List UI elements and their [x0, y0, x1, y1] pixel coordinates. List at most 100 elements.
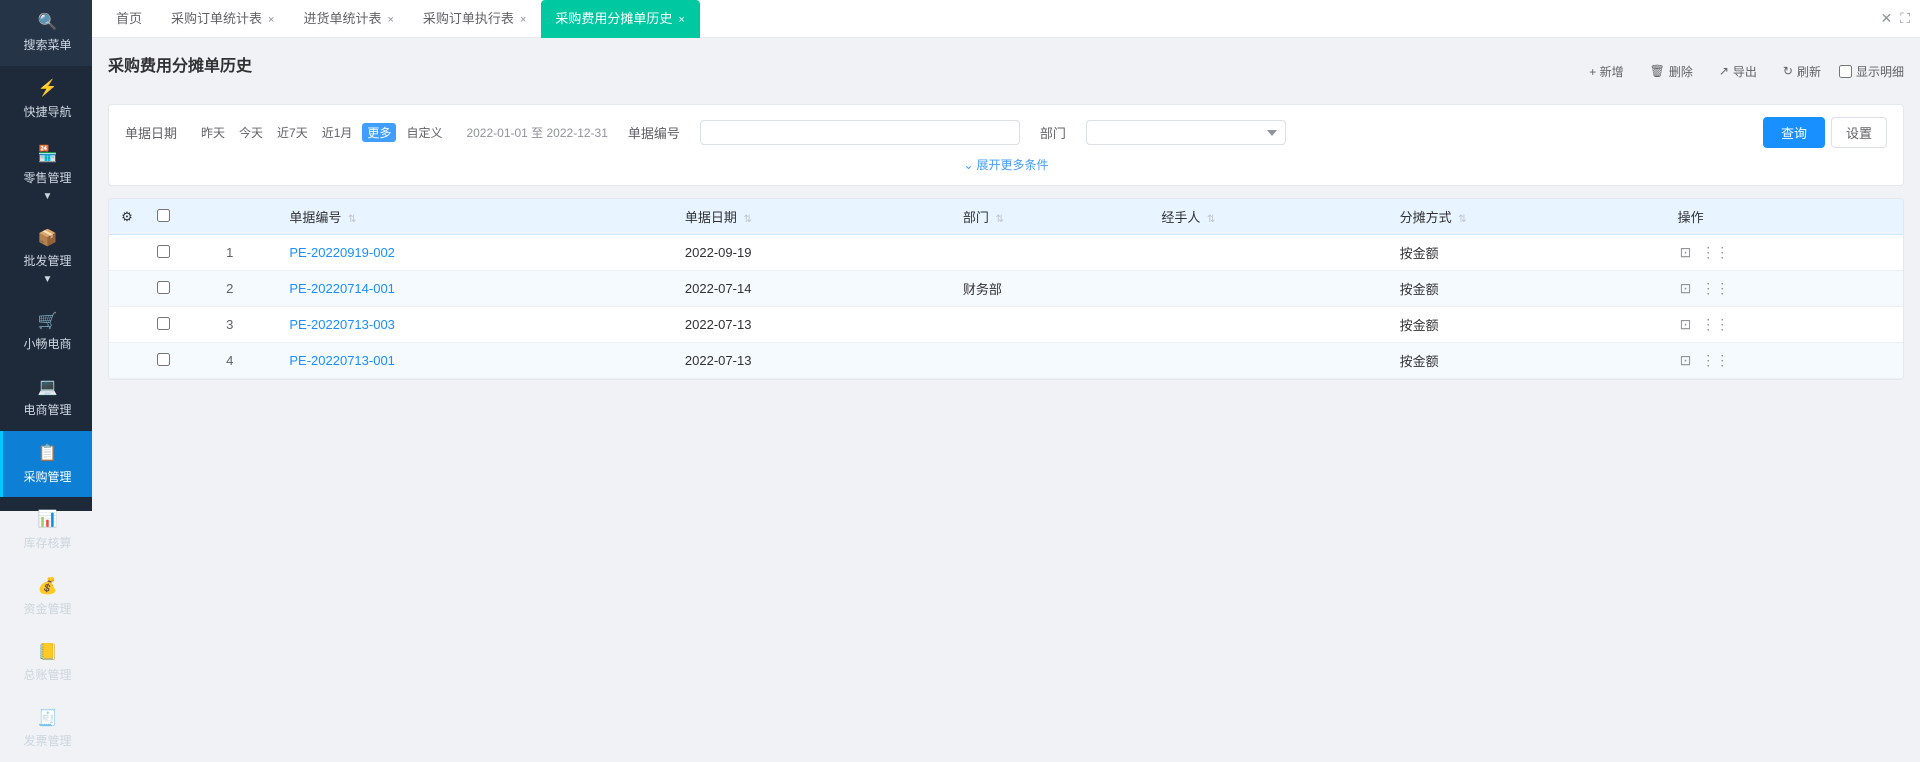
row-seq: 1: [182, 235, 277, 271]
tab-window-actions: ✕⛶: [1880, 10, 1910, 27]
tab-purchase-order-stats[interactable]: 采购订单统计表 ×: [157, 0, 289, 38]
dept-select[interactable]: 财务部: [1086, 120, 1286, 145]
delete-icon: 🗑: [1650, 64, 1665, 78]
view-action-icon[interactable]: ⊡: [1678, 350, 1694, 371]
sidebar-item-ecommerce[interactable]: 💻 电商管理: [0, 365, 92, 431]
more-action-icon[interactable]: ⋮⋮: [1699, 350, 1731, 371]
view-action-icon[interactable]: ⊡: [1678, 314, 1694, 335]
col-date[interactable]: 单据日期 ⇅: [673, 199, 951, 235]
tab-close-purchase-order-stats[interactable]: ×: [268, 14, 274, 26]
table-row: 4 PE-20220713-001 2022-07-13 按金额 ⊡ ⋮⋮: [109, 343, 1903, 379]
col-split-method[interactable]: 分摊方式 ⇅: [1388, 199, 1666, 235]
row-action-group: ⊡ ⋮⋮: [1678, 242, 1891, 263]
shortcut-more[interactable]: 更多: [362, 123, 396, 142]
sidebar-label-finance: 资金管理: [9, 601, 86, 618]
more-action-icon[interactable]: ⋮⋮: [1699, 242, 1731, 263]
sidebar-item-wholesale[interactable]: 📦 批发管理 ▼: [0, 216, 92, 299]
close-window-icon[interactable]: ✕: [1880, 10, 1892, 27]
sidebar-item-quick-nav[interactable]: ⚡ 快捷导航: [0, 66, 92, 132]
row-checkbox[interactable]: [157, 245, 170, 258]
shortcut-today[interactable]: 今天: [235, 123, 267, 142]
col-checkbox: [145, 199, 182, 235]
sidebar-item-search[interactable]: 🔍 搜索菜单: [0, 0, 92, 66]
doc-no-link[interactable]: PE-20220713-001: [289, 353, 395, 368]
tab-purchase-fee-history[interactable]: 采购费用分摊单历史×: [541, 0, 699, 38]
page-title: 采购费用分摊单历史: [108, 52, 252, 76]
col-dept[interactable]: 部门 ⇅: [951, 199, 1150, 235]
tab-close-inbound-stats[interactable]: ×: [387, 14, 393, 26]
sidebar-item-retail[interactable]: 🏪 零售管理 ▼: [0, 132, 92, 215]
tab-label-home: 首页: [116, 11, 142, 26]
doc-no-link[interactable]: PE-20220714-001: [289, 281, 395, 296]
delete-button[interactable]: 🗑 删除: [1642, 59, 1701, 84]
expand-arrow-retail: ▼: [43, 191, 53, 202]
sidebar-item-purchase[interactable]: 📋 采购管理: [0, 431, 92, 497]
sidebar-label-ecommerce: 电商管理: [9, 402, 86, 419]
row-actions-cell: ⊡ ⋮⋮: [1666, 235, 1903, 271]
table-body: 1 PE-20220919-002 2022-09-19 按金额 ⊡ ⋮⋮ 2 …: [109, 235, 1903, 379]
split-sort-icon: ⇅: [1458, 214, 1466, 225]
data-table-container: ⚙ 单据编号 ⇅ 单据日期 ⇅ 部门 ⇅ 经手人 ⇅ 分摊方式 ⇅ 操作 1: [108, 198, 1904, 380]
sidebar-item-invoice[interactable]: 🧾 发票管理: [0, 696, 92, 762]
sidebar-item-mini-shop[interactable]: 🛒 小畅电商: [0, 299, 92, 365]
refresh-icon: ↻: [1783, 64, 1793, 78]
tab-close-purchase-order-exec[interactable]: ×: [520, 14, 526, 26]
shortcut-custom[interactable]: 自定义: [402, 123, 446, 142]
sidebar-item-inventory[interactable]: 📊 库存核算: [0, 497, 92, 563]
filter-setting-button[interactable]: 设置: [1831, 117, 1887, 148]
filter-area: 单据日期 昨天 今天 近7天 近1月 更多 自定义 2022-01-01 至 2…: [108, 104, 1904, 186]
row-split-method: 按金额: [1388, 343, 1666, 379]
tab-purchase-order-exec[interactable]: 采购订单执行表×: [409, 0, 541, 38]
sidebar-icon-quick-nav: ⚡: [9, 78, 86, 100]
row-checkbox-cell: [145, 343, 182, 379]
expand-conditions-button[interactable]: ⌄ 展开更多条件: [963, 156, 1048, 173]
select-all-checkbox[interactable]: [157, 209, 170, 222]
col-handler[interactable]: 经手人 ⇅: [1149, 199, 1387, 235]
shortcut-yesterday[interactable]: 昨天: [197, 123, 229, 142]
view-action-icon[interactable]: ⊡: [1678, 242, 1694, 263]
query-button[interactable]: 查询: [1763, 117, 1825, 148]
dept-label: 部门: [1040, 123, 1066, 142]
show-cols-checkbox[interactable]: [1839, 65, 1852, 78]
col-doc-no[interactable]: 单据编号 ⇅: [277, 199, 673, 235]
refresh-button[interactable]: ↻ 刷新: [1775, 59, 1829, 84]
doc-no-link[interactable]: PE-20220713-003: [289, 317, 395, 332]
maximize-window-icon[interactable]: ⛶: [1900, 10, 1910, 27]
col-seq: [182, 199, 277, 235]
date-filter-label: 单据日期: [125, 123, 177, 142]
shortcut-7days[interactable]: 近7天: [273, 123, 312, 142]
show-cols-toggle[interactable]: 显示明细: [1839, 63, 1904, 80]
doc-no-input[interactable]: [700, 120, 1020, 145]
sidebar-label-ledger: 总账管理: [9, 667, 86, 684]
filter-actions: 查询 设置: [1763, 117, 1887, 148]
tab-home[interactable]: 首页: [102, 0, 157, 38]
sidebar-label-retail: 零售管理: [9, 170, 86, 187]
row-date: 2022-09-19: [673, 235, 951, 271]
tab-label-purchase-order-stats: 采购订单统计表: [171, 11, 262, 26]
tab-close-purchase-fee-history[interactable]: ×: [678, 14, 684, 26]
sidebar-label-wholesale: 批发管理: [9, 253, 86, 270]
row-setting-cell: [109, 307, 145, 343]
more-action-icon[interactable]: ⋮⋮: [1699, 314, 1731, 335]
sidebar-item-finance[interactable]: 💰 资金管理: [0, 564, 92, 630]
expand-arrow-wholesale: ▼: [43, 274, 53, 285]
shortcut-1month[interactable]: 近1月: [318, 123, 357, 142]
row-checkbox[interactable]: [157, 281, 170, 294]
add-button[interactable]: + 新增: [1581, 59, 1631, 84]
row-checkbox[interactable]: [157, 317, 170, 330]
row-doc-no: PE-20220713-003: [277, 307, 673, 343]
col-setting[interactable]: ⚙: [109, 199, 145, 235]
doc-no-link[interactable]: PE-20220919-002: [289, 245, 395, 260]
sidebar-icon-finance: 💰: [9, 576, 86, 598]
doc-no-sort-icon: ⇅: [348, 214, 356, 225]
tab-inbound-stats[interactable]: 进货单统计表 ×: [289, 0, 408, 38]
more-action-icon[interactable]: ⋮⋮: [1699, 278, 1731, 299]
tab-label-inbound-stats: 进货单统计表: [303, 11, 381, 26]
row-actions-cell: ⊡ ⋮⋮: [1666, 271, 1903, 307]
sidebar-item-ledger[interactable]: 📒 总账管理: [0, 630, 92, 696]
row-checkbox[interactable]: [157, 353, 170, 366]
view-action-icon[interactable]: ⊡: [1678, 278, 1694, 299]
row-seq: 4: [182, 343, 277, 379]
col-actions: 操作: [1666, 199, 1903, 235]
export-button[interactable]: ↗ 导出: [1711, 59, 1765, 84]
